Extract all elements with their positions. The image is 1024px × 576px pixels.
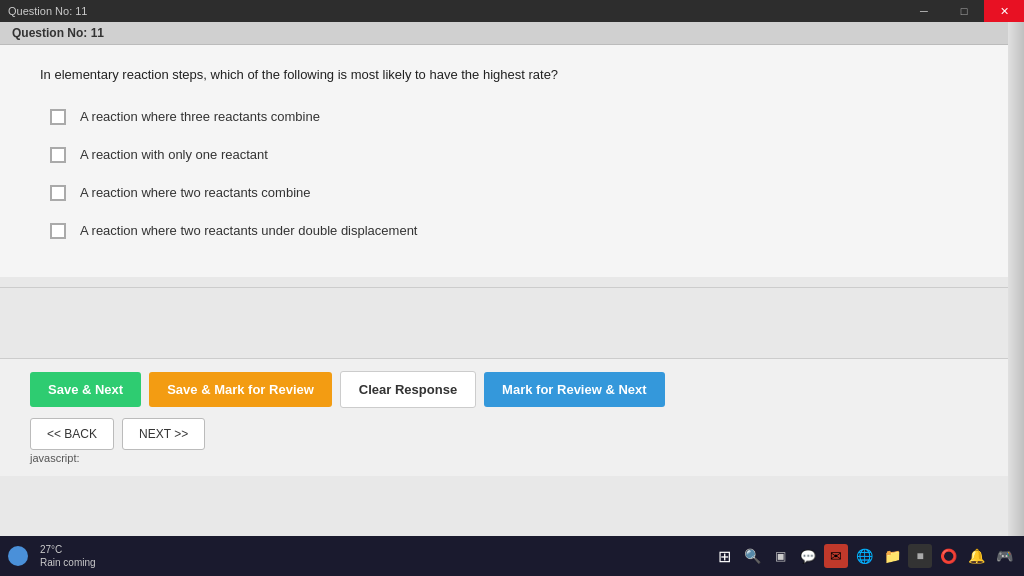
question-header: Question No: 11 bbox=[0, 22, 1024, 45]
checkbox-b[interactable] bbox=[50, 147, 66, 163]
app-icon-1[interactable]: 🔔 bbox=[964, 544, 988, 568]
question-text: In elementary reaction steps, which of t… bbox=[40, 65, 984, 85]
action-area: Save & Next Save & Mark for Review Clear… bbox=[0, 358, 1024, 476]
save-next-button[interactable]: Save & Next bbox=[30, 372, 141, 407]
top-bar: Question No: 11 ─ □ ✕ bbox=[0, 0, 1024, 22]
weather-icon bbox=[8, 546, 28, 566]
weather-temp: 27°C bbox=[40, 543, 96, 556]
checkbox-c[interactable] bbox=[50, 185, 66, 201]
window-controls: ─ □ ✕ bbox=[904, 0, 1024, 22]
javascript-label: javascript: bbox=[30, 452, 994, 464]
next-button[interactable]: NEXT >> bbox=[122, 418, 205, 450]
weather-info: 27°C Rain coming bbox=[40, 543, 96, 569]
circle-icon[interactable]: ⭕ bbox=[936, 544, 960, 568]
checkbox-a[interactable] bbox=[50, 109, 66, 125]
clear-response-button[interactable]: Clear Response bbox=[340, 371, 476, 408]
checkbox-d[interactable] bbox=[50, 223, 66, 239]
navigation-row: << BACK NEXT >> bbox=[30, 418, 994, 450]
weather-desc: Rain coming bbox=[40, 556, 96, 569]
maximize-button[interactable]: □ bbox=[944, 0, 984, 22]
store-icon[interactable]: ■ bbox=[908, 544, 932, 568]
option-b-label: A reaction with only one reactant bbox=[80, 147, 268, 162]
save-mark-review-button[interactable]: Save & Mark for Review bbox=[149, 372, 332, 407]
taskbar-right: ⊞ 🔍 ▣ 💬 ✉ 🌐 📁 ■ ⭕ 🔔 🎮 bbox=[712, 544, 1016, 568]
question-number: Question No: 11 bbox=[12, 26, 104, 40]
option-d[interactable]: A reaction where two reactants under dou… bbox=[50, 223, 984, 239]
option-c-label: A reaction where two reactants combine bbox=[80, 185, 311, 200]
back-button[interactable]: << BACK bbox=[30, 418, 114, 450]
app-icon-2[interactable]: 🎮 bbox=[992, 544, 1016, 568]
mail-icon[interactable]: ✉ bbox=[824, 544, 848, 568]
mark-review-next-button[interactable]: Mark for Review & Next bbox=[484, 372, 665, 407]
files-icon[interactable]: 📁 bbox=[880, 544, 904, 568]
divider bbox=[0, 287, 1024, 288]
question-body: In elementary reaction steps, which of t… bbox=[0, 45, 1024, 277]
windows-start-icon[interactable]: ⊞ bbox=[712, 544, 736, 568]
option-b[interactable]: A reaction with only one reactant bbox=[50, 147, 984, 163]
options-list: A reaction where three reactants combine… bbox=[40, 109, 984, 239]
option-d-label: A reaction where two reactants under dou… bbox=[80, 223, 417, 238]
search-taskbar-icon[interactable]: 🔍 bbox=[740, 544, 764, 568]
option-a-label: A reaction where three reactants combine bbox=[80, 109, 320, 124]
primary-button-row: Save & Next Save & Mark for Review Clear… bbox=[30, 371, 994, 408]
right-panel bbox=[1008, 22, 1024, 536]
option-c[interactable]: A reaction where two reactants combine bbox=[50, 185, 984, 201]
edge-icon[interactable]: 🌐 bbox=[852, 544, 876, 568]
minimize-button[interactable]: ─ bbox=[904, 0, 944, 22]
taskbar: 27°C Rain coming ⊞ 🔍 ▣ 💬 ✉ 🌐 📁 ■ ⭕ 🔔 🎮 bbox=[0, 536, 1024, 576]
option-a[interactable]: A reaction where three reactants combine bbox=[50, 109, 984, 125]
taskbar-left: 27°C Rain coming bbox=[8, 543, 96, 569]
close-button[interactable]: ✕ bbox=[984, 0, 1024, 22]
taskview-icon[interactable]: ▣ bbox=[768, 544, 792, 568]
chat-icon[interactable]: 💬 bbox=[796, 544, 820, 568]
top-bar-title: Question No: 11 bbox=[8, 5, 88, 17]
main-content: Question No: 11 In elementary reaction s… bbox=[0, 22, 1024, 536]
